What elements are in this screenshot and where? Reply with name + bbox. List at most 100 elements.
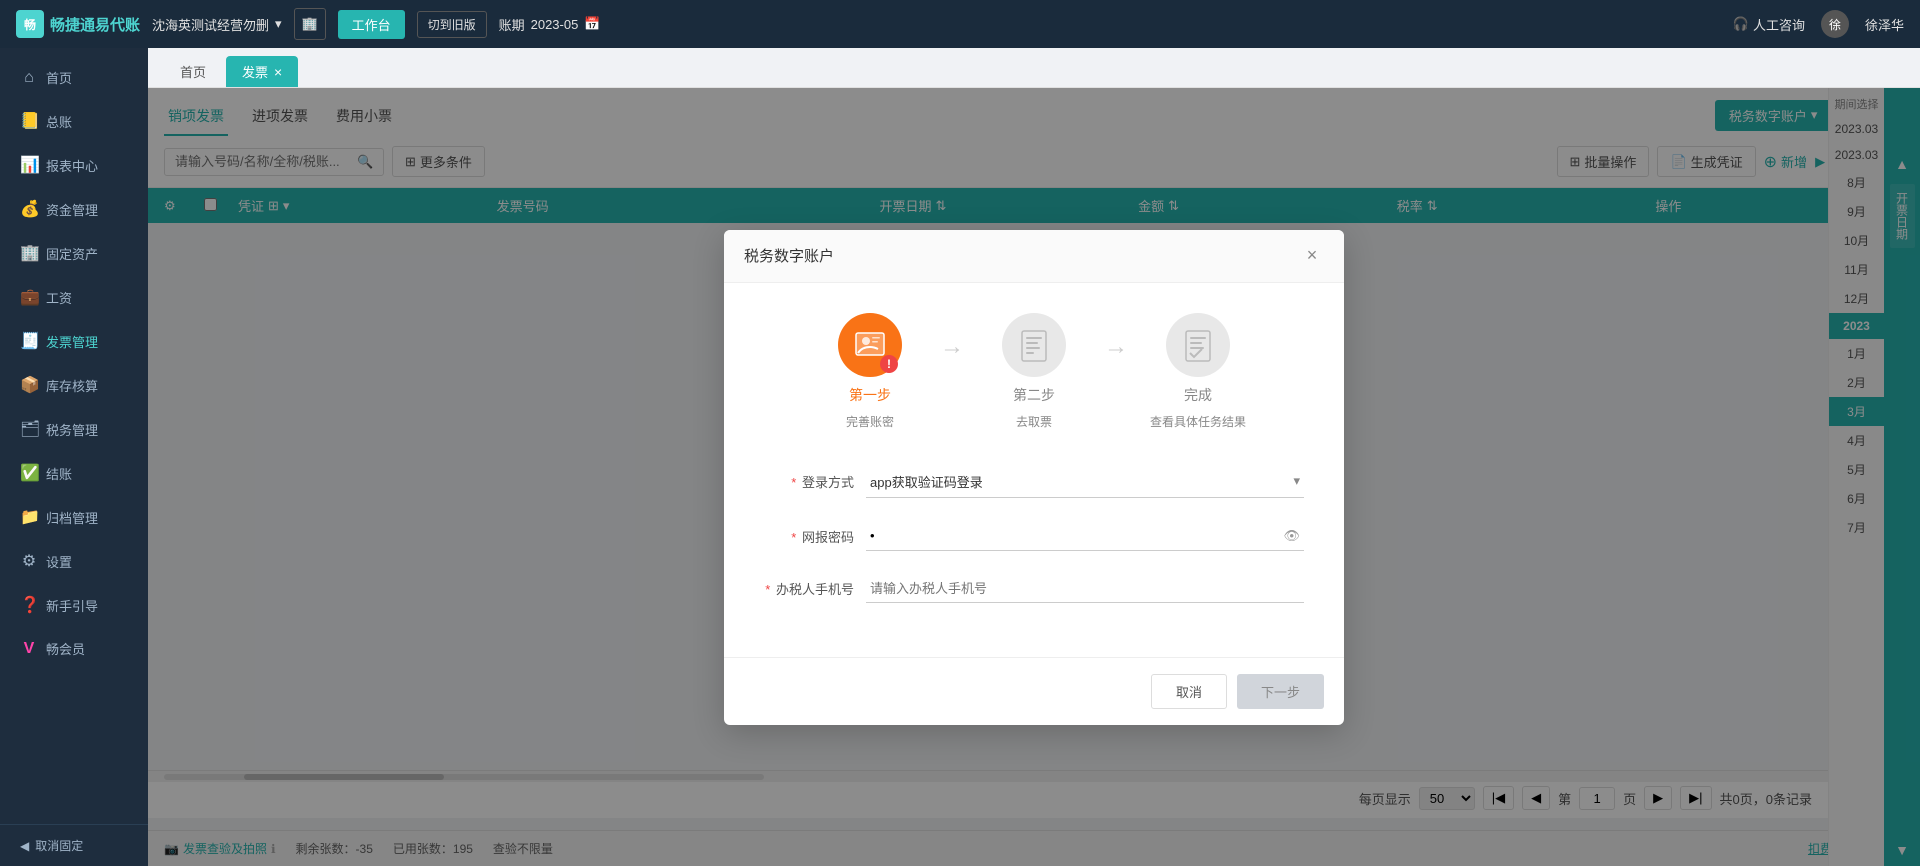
modal-body: ! 第一步 完善账密 → <box>724 283 1344 657</box>
sidebar-label-settings: 设置 <box>46 552 72 571</box>
sidebar-item-ledger[interactable]: 📒 总账 <box>0 99 148 143</box>
sidebar-item-tax[interactable]: 🗂 税务管理 <box>0 407 148 451</box>
support-btn[interactable]: 🎧 人工咨询 <box>1733 15 1805 34</box>
login-method-dropdown-icon: ▾ <box>1293 473 1300 489</box>
step-complete-icon <box>1166 313 1230 377</box>
headset-icon: 🎧 <box>1733 16 1749 32</box>
required-marker-1: * <box>791 475 796 490</box>
phone-input[interactable] <box>866 575 1304 603</box>
app-logo: 畅 畅捷通易代账 <box>16 10 140 38</box>
sidebar-item-funds[interactable]: 💰 资金管理 <box>0 187 148 231</box>
modal-title: 税务数字账户 <box>744 245 834 266</box>
guide-icon: ❓ <box>20 595 38 615</box>
sidebar-label-tax: 税务管理 <box>46 420 98 439</box>
sidebar-item-payroll[interactable]: 💼 工资 <box>0 275 148 319</box>
sidebar-label-settlement: 结账 <box>46 464 72 483</box>
user-name: 徐泽华 <box>1865 15 1904 34</box>
ledger-icon: 📒 <box>20 111 38 131</box>
modal-close-button[interactable]: × <box>1300 244 1324 268</box>
workspace-button[interactable]: 工作台 <box>338 10 405 39</box>
step-2-icon <box>1002 313 1066 377</box>
switch-version-button[interactable]: 切到旧版 <box>417 11 487 38</box>
password-input[interactable] <box>870 528 1283 543</box>
archive-icon: 📁 <box>20 507 38 527</box>
tab-close-icon[interactable]: × <box>274 64 282 80</box>
next-button[interactable]: 下一步 <box>1237 674 1324 709</box>
tab-home[interactable]: 首页 <box>164 56 222 87</box>
login-method-select[interactable]: app获取验证码登录 ▾ <box>866 466 1304 498</box>
modal-header: 税务数字账户 × <box>724 230 1344 283</box>
sidebar: ⌂ 首页 📒 总账 📊 报表中心 💰 资金管理 🏢 固定资产 💼 工资 🧾 发票… <box>0 48 148 866</box>
step-1-desc: 完善账密 <box>846 413 894 430</box>
sidebar-label-home: 首页 <box>46 68 72 87</box>
modal-overlay: 税务数字账户 × <box>148 88 1920 866</box>
content-area: 首页 发票 × 销项发票 进项发票 费用小票 <box>148 48 1920 866</box>
period-label: 账期 <box>499 15 525 34</box>
sidebar-item-member[interactable]: V 畅会员 <box>0 627 148 670</box>
company-dropdown-icon: ▾ <box>275 16 282 32</box>
sidebar-item-assets[interactable]: 🏢 固定资产 <box>0 231 148 275</box>
pin-icon: ◀ <box>20 839 29 853</box>
period-display: 账期 2023-05 📅 <box>499 15 601 34</box>
password-input-row: 👁 <box>866 522 1304 551</box>
sidebar-item-settlement[interactable]: ✅ 结账 <box>0 451 148 495</box>
login-method-value: app获取验证码登录 <box>870 472 983 491</box>
sidebar-item-guide[interactable]: ❓ 新手引导 <box>0 583 148 627</box>
step-1: ! 第一步 完善账密 <box>800 313 940 430</box>
step-2: 第二步 去取票 <box>964 313 1104 430</box>
step-2-label: 第二步 <box>1013 385 1055 405</box>
cancel-button[interactable]: 取消 <box>1151 674 1227 709</box>
step-1-icon: ! <box>838 313 902 377</box>
topbar-right: 🎧 人工咨询 徐 徐泽华 <box>1733 10 1904 38</box>
sidebar-label-ledger: 总账 <box>46 112 72 131</box>
modal-footer: 取消 下一步 <box>724 657 1344 725</box>
step-1-badge: ! <box>880 355 898 373</box>
sidebar-item-settings[interactable]: ⚙ 设置 <box>0 539 148 583</box>
sidebar-unpin[interactable]: ◀ 取消固定 <box>0 824 148 866</box>
unpin-label: 取消固定 <box>35 837 83 854</box>
form-login-method: * 登录方式 app获取验证码登录 ▾ <box>764 466 1304 498</box>
home-tab-label: 首页 <box>180 65 206 80</box>
settings-icon: ⚙ <box>20 551 38 571</box>
main-layout: ⌂ 首页 📒 总账 📊 报表中心 💰 资金管理 🏢 固定资产 💼 工资 🧾 发票… <box>0 48 1920 866</box>
step-complete: 完成 查看具体任务结果 <box>1128 313 1268 430</box>
password-label: * 网报密码 <box>764 527 854 546</box>
company-name: 沈海英测试经营勿删 <box>152 15 269 34</box>
sidebar-item-invoice[interactable]: 🧾 发票管理 <box>0 319 148 363</box>
required-marker-2: * <box>791 530 796 545</box>
sidebar-item-inventory[interactable]: 📦 库存核算 <box>0 363 148 407</box>
form-phone: * 办税人手机号 <box>764 575 1304 603</box>
invoice-icon: 🧾 <box>20 331 38 351</box>
sidebar-label-archive: 归档管理 <box>46 508 98 527</box>
tax-icon: 🗂 <box>20 419 38 439</box>
period-value: 2023-05 <box>531 17 579 32</box>
user-avatar: 徐 <box>1821 10 1849 38</box>
assets-icon: 🏢 <box>20 243 38 263</box>
app-name: 畅捷通易代账 <box>50 14 140 35</box>
modal-tax-digital: 税务数字账户 × <box>724 230 1344 725</box>
tab-invoice[interactable]: 发票 × <box>226 56 298 87</box>
phone-label: * 办税人手机号 <box>764 579 854 598</box>
tab-bar: 首页 发票 × <box>148 48 1920 88</box>
sidebar-item-reports[interactable]: 📊 报表中心 <box>0 143 148 187</box>
calendar-icon[interactable]: 📅 <box>584 16 600 32</box>
login-method-label: * 登录方式 <box>764 472 854 491</box>
company-selector[interactable]: 沈海英测试经营勿删 ▾ <box>152 15 282 34</box>
eye-toggle-icon[interactable]: 👁 <box>1283 528 1300 544</box>
sidebar-item-home[interactable]: ⌂ 首页 <box>0 56 148 99</box>
step-1-label: 第一步 <box>849 385 891 405</box>
step-2-desc: 去取票 <box>1016 413 1052 430</box>
home-icon: ⌂ <box>20 69 38 87</box>
sidebar-label-payroll: 工资 <box>46 288 72 307</box>
arrow-1: → <box>940 313 964 361</box>
steps: ! 第一步 完善账密 → <box>764 313 1304 430</box>
sidebar-label-reports: 报表中心 <box>46 156 98 175</box>
sidebar-item-archive[interactable]: 📁 归档管理 <box>0 495 148 539</box>
sidebar-label-inventory: 库存核算 <box>46 376 98 395</box>
logo-icon: 畅 <box>16 10 44 38</box>
company-icon-btn[interactable]: 🏢 <box>294 8 326 40</box>
payroll-icon: 💼 <box>20 287 38 307</box>
sidebar-label-invoice: 发票管理 <box>46 332 98 351</box>
form-password: * 网报密码 👁 <box>764 522 1304 551</box>
funds-icon: 💰 <box>20 199 38 219</box>
